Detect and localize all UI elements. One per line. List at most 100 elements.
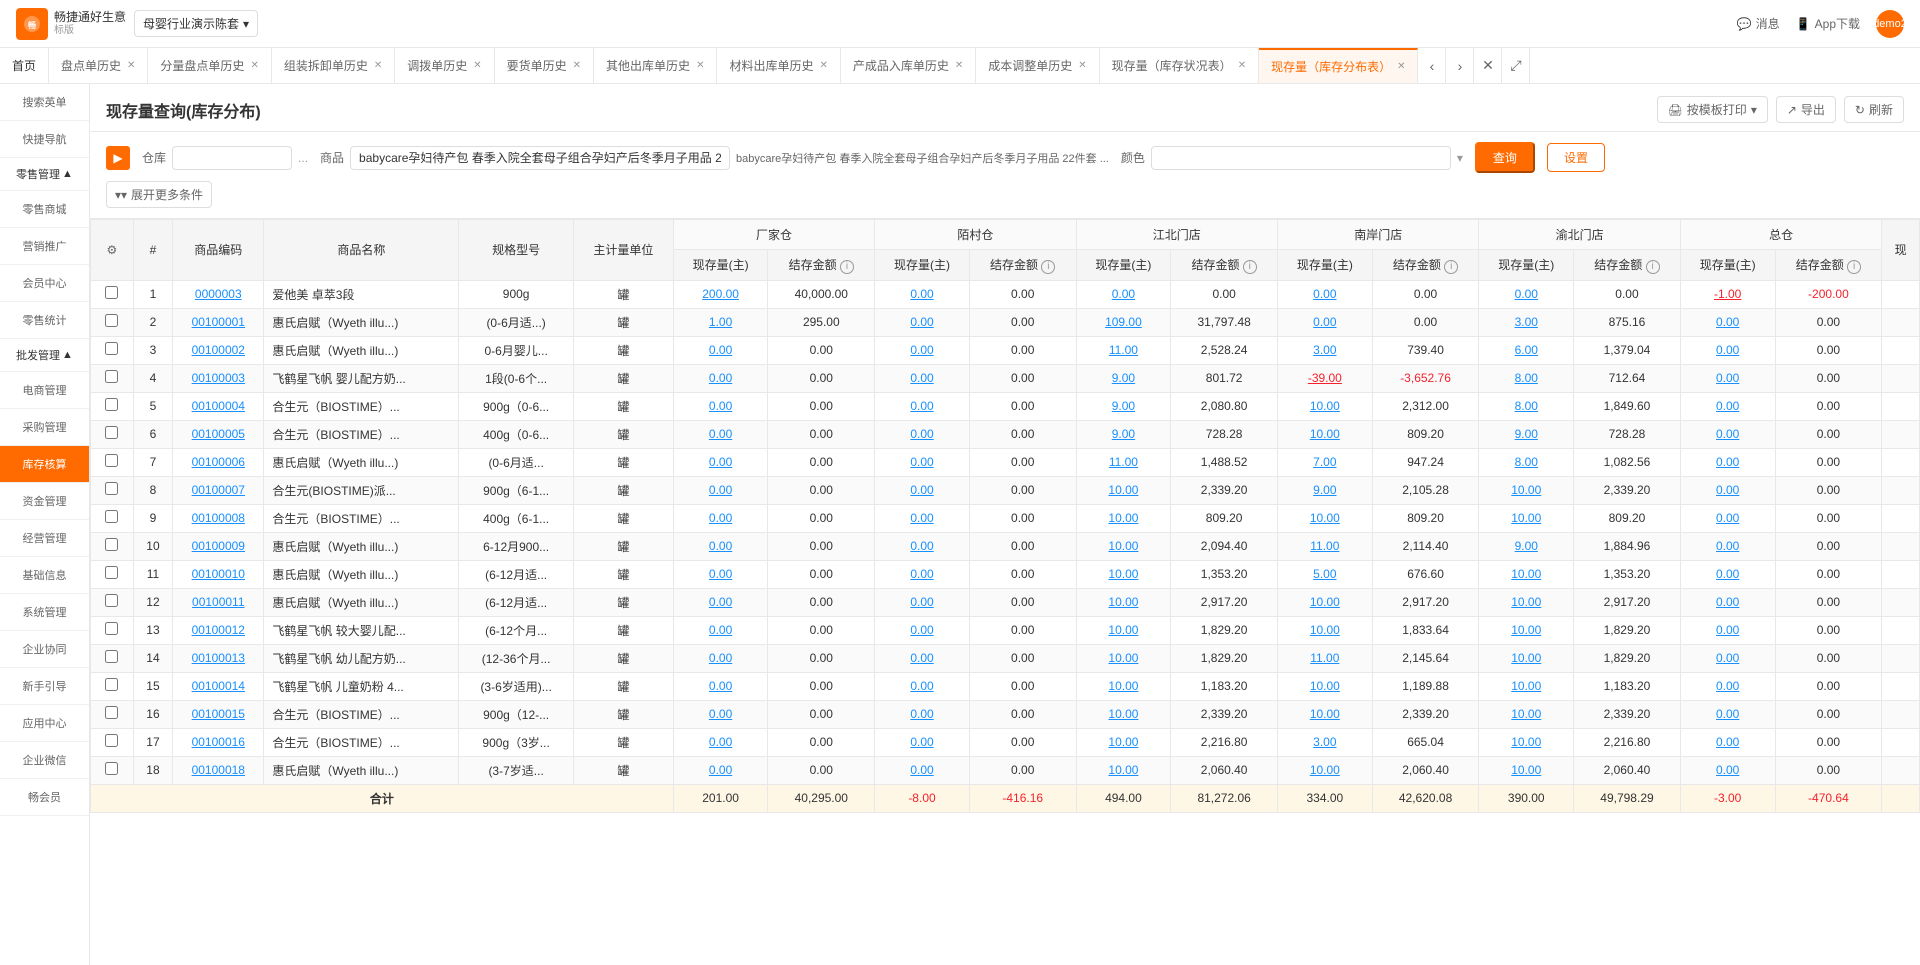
tab-nav-prev[interactable]: ‹ [1418, 48, 1446, 83]
cell-code[interactable]: 00100006 [173, 448, 264, 476]
sidebar-item-search[interactable]: 搜索英单 [0, 84, 89, 121]
tab-product-in[interactable]: 产成品入库单历史 ✕ [841, 48, 976, 83]
tab-nav-close-all[interactable]: ✕ [1474, 48, 1502, 83]
tab-requisition[interactable]: 要货单历史 ✕ [495, 48, 594, 83]
cell-jiangbei-current[interactable]: 10.00 [1076, 532, 1171, 560]
info-icon[interactable]: i [1847, 260, 1861, 274]
cell-check[interactable] [91, 588, 134, 616]
cell-mocun-current[interactable]: 0.00 [875, 616, 970, 644]
cell-code[interactable]: 00100005 [173, 420, 264, 448]
cell-total-current[interactable]: 0.00 [1680, 448, 1775, 476]
cell-code[interactable]: 00100011 [173, 588, 264, 616]
cell-total-current[interactable]: 0.00 [1680, 392, 1775, 420]
cell-check[interactable] [91, 532, 134, 560]
tab-close-icon[interactable]: ✕ [573, 60, 581, 71]
cell-check[interactable] [91, 364, 134, 392]
cell-check[interactable] [91, 448, 134, 476]
cell-changjiacao-current[interactable]: 0.00 [673, 728, 768, 756]
cell-yubei-current[interactable]: 10.00 [1479, 672, 1574, 700]
row-checkbox[interactable] [105, 622, 118, 635]
cell-mocun-current[interactable]: 0.00 [875, 728, 970, 756]
cell-total-current[interactable]: 0.00 [1680, 756, 1775, 784]
cell-mocun-current[interactable]: 0.00 [875, 476, 970, 504]
warehouse-dots[interactable]: ... [298, 151, 308, 165]
cell-nangan-current[interactable]: 3.00 [1278, 336, 1373, 364]
row-checkbox[interactable] [105, 706, 118, 719]
cell-yubei-current[interactable]: 10.00 [1479, 616, 1574, 644]
cell-changjiacao-current[interactable]: 0.00 [673, 756, 768, 784]
cell-mocun-current[interactable]: 0.00 [875, 364, 970, 392]
cell-jiangbei-current[interactable]: 109.00 [1076, 308, 1171, 336]
cell-check[interactable] [91, 308, 134, 336]
cell-mocun-current[interactable]: 0.00 [875, 336, 970, 364]
cell-check[interactable] [91, 700, 134, 728]
cell-check[interactable] [91, 672, 134, 700]
cell-total-current[interactable]: 0.00 [1680, 588, 1775, 616]
cell-total-current[interactable]: 0.00 [1680, 616, 1775, 644]
info-icon[interactable]: i [1041, 260, 1055, 274]
cell-jiangbei-current[interactable]: 10.00 [1076, 672, 1171, 700]
refresh-btn[interactable]: ↻ 刷新 [1844, 96, 1904, 123]
info-icon[interactable]: i [1646, 260, 1660, 274]
sidebar-item-ecommerce[interactable]: 电商管理 [0, 372, 89, 409]
cell-check[interactable] [91, 476, 134, 504]
cell-check[interactable] [91, 728, 134, 756]
tab-transfer[interactable]: 调拨单历史 ✕ [395, 48, 494, 83]
cell-yubei-current[interactable]: 3.00 [1479, 308, 1574, 336]
cell-yubei-current[interactable]: 9.00 [1479, 532, 1574, 560]
cell-yubei-current[interactable]: 0.00 [1479, 280, 1574, 308]
sidebar-item-member[interactable]: 会员中心 [0, 265, 89, 302]
cell-yubei-current[interactable]: 8.00 [1479, 364, 1574, 392]
cell-mocun-current[interactable]: 0.00 [875, 448, 970, 476]
cell-yubei-current[interactable]: 10.00 [1479, 504, 1574, 532]
tab-close-icon[interactable]: ✕ [1238, 60, 1246, 71]
cell-check[interactable] [91, 616, 134, 644]
cell-check[interactable] [91, 280, 134, 308]
cell-code[interactable]: 00100001 [173, 308, 264, 336]
cell-check[interactable] [91, 644, 134, 672]
cell-nangan-current[interactable]: 9.00 [1278, 476, 1373, 504]
tab-close-icon[interactable]: ✕ [1078, 60, 1086, 71]
cell-yubei-current[interactable]: 10.00 [1479, 756, 1574, 784]
cell-code[interactable]: 00100007 [173, 476, 264, 504]
tab-nav-maximize[interactable]: ⤢ [1502, 48, 1530, 83]
cell-nangan-current[interactable]: 5.00 [1278, 560, 1373, 588]
tab-nav-next[interactable]: › [1446, 48, 1474, 83]
cell-jiangbei-current[interactable]: 10.00 [1076, 588, 1171, 616]
tab-close-icon[interactable]: ✕ [955, 60, 963, 71]
cell-changjiacao-current[interactable]: 0.00 [673, 504, 768, 532]
row-checkbox[interactable] [105, 454, 118, 467]
cell-nangan-current[interactable]: -39.00 [1278, 364, 1373, 392]
row-checkbox[interactable] [105, 342, 118, 355]
sidebar-item-basic-info[interactable]: 基础信息 [0, 557, 89, 594]
cell-jiangbei-current[interactable]: 10.00 [1076, 728, 1171, 756]
cell-code[interactable]: 00100015 [173, 700, 264, 728]
row-checkbox[interactable] [105, 538, 118, 551]
print-btn[interactable]: 🖨 按模板打印 ▾ [1657, 96, 1768, 123]
tab-stock-dist[interactable]: 现存量（库存分布表） ✕ [1259, 48, 1418, 83]
sidebar-item-quick-nav[interactable]: 快捷导航 [0, 121, 89, 158]
row-checkbox[interactable] [105, 314, 118, 327]
th-gear[interactable]: ⚙ [91, 220, 134, 281]
industry-select[interactable]: 母婴行业演示陈套 ▾ [134, 10, 258, 37]
tab-other-out[interactable]: 其他出库单历史 ✕ [594, 48, 717, 83]
cell-yubei-current[interactable]: 8.00 [1479, 448, 1574, 476]
tab-close-icon[interactable]: ✕ [374, 60, 382, 71]
cell-mocun-current[interactable]: 0.00 [875, 700, 970, 728]
tab-close-icon[interactable]: ✕ [1397, 61, 1405, 72]
row-checkbox[interactable] [105, 650, 118, 663]
sidebar-item-retail-store[interactable]: 零售商城 [0, 191, 89, 228]
row-checkbox[interactable] [105, 286, 118, 299]
cell-nangan-current[interactable]: 7.00 [1278, 448, 1373, 476]
cell-code[interactable]: 00100003 [173, 364, 264, 392]
cell-jiangbei-current[interactable]: 10.00 [1076, 700, 1171, 728]
warehouse-input[interactable] [172, 146, 292, 170]
cell-nangan-current[interactable]: 10.00 [1278, 392, 1373, 420]
cell-changjiacao-current[interactable]: 0.00 [673, 588, 768, 616]
cell-total-current[interactable]: 0.00 [1680, 420, 1775, 448]
cell-nangan-current[interactable]: 0.00 [1278, 308, 1373, 336]
cell-check[interactable] [91, 560, 134, 588]
cell-mocun-current[interactable]: 0.00 [875, 504, 970, 532]
cell-jiangbei-current[interactable]: 10.00 [1076, 504, 1171, 532]
cell-jiangbei-current[interactable]: 10.00 [1076, 644, 1171, 672]
